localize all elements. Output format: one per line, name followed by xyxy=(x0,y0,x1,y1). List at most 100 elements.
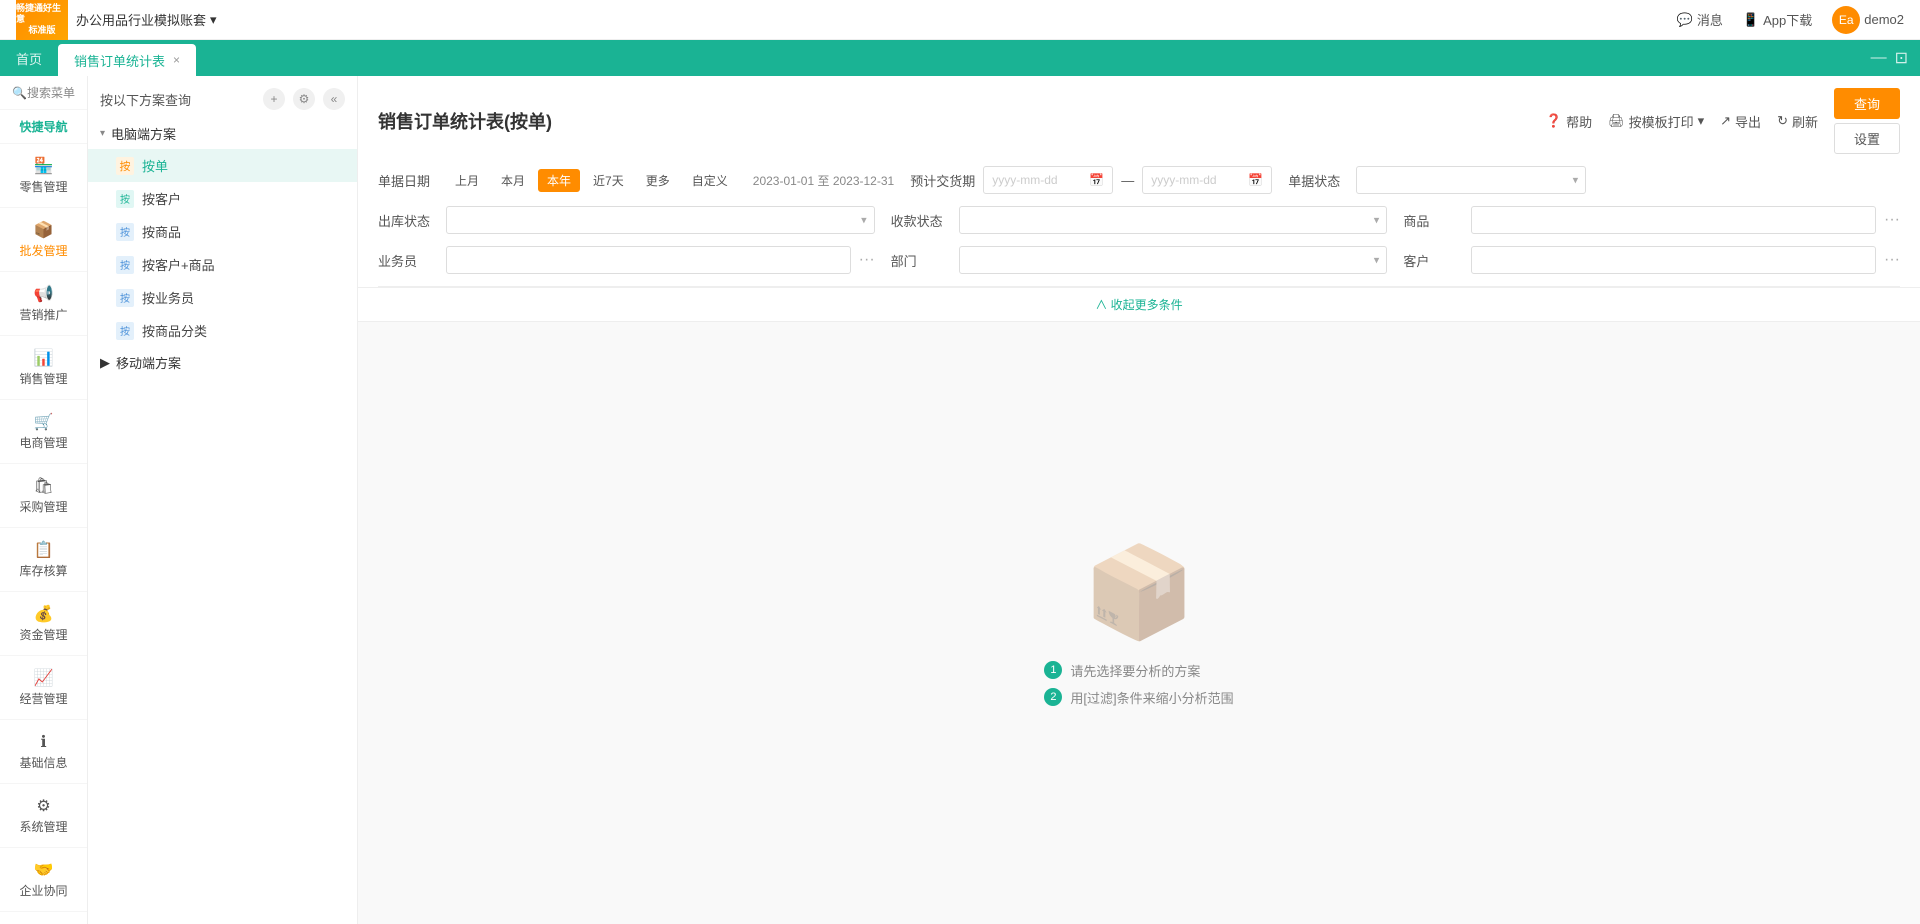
sidebar-item-ecommerce[interactable]: 🛒 电商管理 xyxy=(0,400,87,464)
user-name: demo2 xyxy=(1864,12,1904,27)
sidebar-item-purchase[interactable]: 🛍 采购管理 xyxy=(0,464,87,528)
sidebar-item-enterprise[interactable]: 🤝 企业协同 xyxy=(0,848,87,912)
salesperson-dots[interactable]: ··· xyxy=(859,251,875,269)
sidebar-item-guide[interactable]: 🎯 新手引导 xyxy=(0,912,87,924)
date-btn-this-month[interactable]: 本月 xyxy=(492,169,534,192)
customer-filter: 客户 ··· xyxy=(1403,246,1900,274)
scheme-item-by-category[interactable]: 按 按商品分类 xyxy=(88,314,357,347)
by-salesperson-icon: 按 xyxy=(116,289,134,307)
tabbar: 首页 销售订单统计表 × — ⊡ xyxy=(0,40,1920,76)
download-label: App下载 xyxy=(1763,10,1812,29)
customer-input[interactable] xyxy=(1471,246,1876,274)
sidebar-item-system[interactable]: ⚙ 系统管理 xyxy=(0,784,87,848)
expected-date-label: 预计交货期 xyxy=(910,171,975,190)
collapse-bar[interactable]: ∧ 收起更多条件 xyxy=(358,288,1920,322)
sidebar-item-operations[interactable]: 📈 经营管理 xyxy=(0,656,87,720)
wholesale-icon: 📦 xyxy=(4,220,83,240)
scheme-item-by-order[interactable]: 按 按单 xyxy=(88,149,357,182)
topbar: 畅捷通好生意 标准版 办公用品行业模拟账套 ▾ 💬 消息 📱 App下载 Ea … xyxy=(0,0,1920,40)
tab-home[interactable]: 首页 xyxy=(0,40,58,76)
sidebar-item-wholesale[interactable]: 📦 批发管理 xyxy=(0,208,87,272)
tab-home-label: 首页 xyxy=(16,49,42,68)
date-btn-more[interactable]: 更多 xyxy=(637,169,679,192)
scheme-item-by-salesperson[interactable]: 按 按业务员 xyxy=(88,281,357,314)
payment-status-select[interactable] xyxy=(959,206,1388,234)
enterprise-icon: 🤝 xyxy=(4,860,83,880)
order-status-select-wrapper xyxy=(1356,166,1586,194)
by-customer-goods-icon: 按 xyxy=(116,256,134,274)
print-dropdown-icon: ▾ xyxy=(1698,113,1705,129)
sidebar-item-retail[interactable]: 🏪 零售管理 xyxy=(0,144,87,208)
calendar-icon-start: 📅 xyxy=(1089,173,1104,187)
expected-date-filter: 预计交货期 yyyy-mm-dd 📅 — yyyy-mm-dd 📅 xyxy=(910,166,1272,194)
user-menu[interactable]: Ea demo2 xyxy=(1832,6,1904,34)
by-salesperson-label: 按业务员 xyxy=(142,288,194,307)
query-button[interactable]: 查询 xyxy=(1834,88,1900,119)
refresh-button[interactable]: ↻ 刷新 xyxy=(1777,112,1818,131)
message-button[interactable]: 💬 消息 xyxy=(1677,10,1723,29)
logo-subtext: 标准版 xyxy=(28,25,55,36)
date-placeholder2: yyyy-mm-dd xyxy=(1151,173,1216,187)
logo: 畅捷通好生意 标准版 xyxy=(16,0,68,40)
date-btn-last-month[interactable]: 上月 xyxy=(446,169,488,192)
date-btn-this-year[interactable]: 本年 xyxy=(538,169,580,192)
expected-date-start[interactable]: yyyy-mm-dd 📅 xyxy=(983,166,1113,194)
scheme-pc-section-title[interactable]: ▾ 电脑端方案 xyxy=(88,118,357,149)
reset-button[interactable]: 设置 xyxy=(1834,123,1900,154)
logo-text: 畅捷通好生意 xyxy=(16,3,68,25)
order-status-select[interactable] xyxy=(1356,166,1586,194)
empty-tips: 1 请先选择要分析的方案 2 用[过滤]条件来缩小分析范围 xyxy=(1044,661,1233,707)
scheme-item-by-customer[interactable]: 按 按客户 xyxy=(88,182,357,215)
customer-label: 客户 xyxy=(1403,251,1463,270)
customer-dots[interactable]: ··· xyxy=(1884,251,1900,269)
tab-minimize-icon[interactable]: — xyxy=(1871,49,1887,67)
date-range-text: 2023-01-01 至 2023-12-31 xyxy=(753,172,894,189)
export-icon: ↗ xyxy=(1720,113,1731,129)
scheme-item-by-goods[interactable]: 按 按商品 xyxy=(88,215,357,248)
tip-num-2: 2 xyxy=(1044,688,1062,706)
order-status-filter: 单据状态 xyxy=(1288,166,1586,194)
department-select[interactable] xyxy=(959,246,1388,274)
sidebar-quick-nav[interactable]: 快捷导航 xyxy=(0,110,87,144)
by-category-label: 按商品分类 xyxy=(142,321,207,340)
expected-date-end[interactable]: yyyy-mm-dd 📅 xyxy=(1142,166,1272,194)
salesperson-input[interactable] xyxy=(446,246,851,274)
sidebar-item-inventory[interactable]: 📋 库存核算 xyxy=(0,528,87,592)
delivery-status-select[interactable] xyxy=(446,206,875,234)
goods-dots[interactable]: ··· xyxy=(1884,211,1900,229)
scheme-add-button[interactable]: + xyxy=(263,88,285,110)
tab-close-icon[interactable]: × xyxy=(173,53,180,67)
scheme-mobile-section-title[interactable]: ▶ 移动端方案 xyxy=(88,347,357,378)
scheme-settings-button[interactable]: ⚙ xyxy=(293,88,315,110)
system-icon: ⚙ xyxy=(4,796,83,816)
print-button[interactable]: 🖨 按模板打印 ▾ xyxy=(1608,112,1704,131)
operations-label: 经营管理 xyxy=(4,690,83,707)
sidebar-item-basic[interactable]: ℹ 基础信息 xyxy=(0,720,87,784)
date-btn-7days[interactable]: 近7天 xyxy=(584,169,633,192)
sidebar-item-sales[interactable]: 📊 销售管理 xyxy=(0,336,87,400)
scheme-item-by-customer-goods[interactable]: 按 按客户+商品 xyxy=(88,248,357,281)
marketing-icon: 📢 xyxy=(4,284,83,304)
app-title-dropdown[interactable]: 办公用品行业模拟账套 ▾ xyxy=(76,10,217,29)
sidebar-item-marketing[interactable]: 📢 营销推广 xyxy=(0,272,87,336)
scheme-panel: 按以下方案查询 + ⚙ « ▾ 电脑端方案 按 按单 按 按客户 xyxy=(88,76,358,924)
export-button[interactable]: ↗ 导出 xyxy=(1720,112,1761,131)
goods-input[interactable] xyxy=(1471,206,1876,234)
tab-maximize-icon[interactable]: ⊡ xyxy=(1895,48,1908,68)
sidebar-search[interactable]: 🔍 搜索菜单 xyxy=(0,76,87,110)
topbar-left: 畅捷通好生意 标准版 办公用品行业模拟账套 ▾ xyxy=(16,0,217,40)
avatar-text: Ea xyxy=(1839,13,1854,27)
goods-filter: 商品 ··· xyxy=(1403,206,1900,234)
payment-status-filter: 收款状态 xyxy=(891,206,1388,234)
date-placeholder1: yyyy-mm-dd xyxy=(992,173,1057,187)
ecommerce-icon: 🛒 xyxy=(4,412,83,432)
download-button[interactable]: 📱 App下载 xyxy=(1743,10,1812,29)
scheme-collapse-button[interactable]: « xyxy=(323,88,345,110)
help-button[interactable]: ❓ 帮助 xyxy=(1546,112,1592,131)
search-label: 搜索菜单 xyxy=(27,84,75,101)
tab-sales-stats[interactable]: 销售订单统计表 × xyxy=(58,44,196,76)
by-customer-icon: 按 xyxy=(116,190,134,208)
date-btn-custom[interactable]: 自定义 xyxy=(683,169,737,192)
sidebar-item-finance[interactable]: 💰 资金管理 xyxy=(0,592,87,656)
main-area: 按以下方案查询 + ⚙ « ▾ 电脑端方案 按 按单 按 按客户 xyxy=(88,76,1920,924)
